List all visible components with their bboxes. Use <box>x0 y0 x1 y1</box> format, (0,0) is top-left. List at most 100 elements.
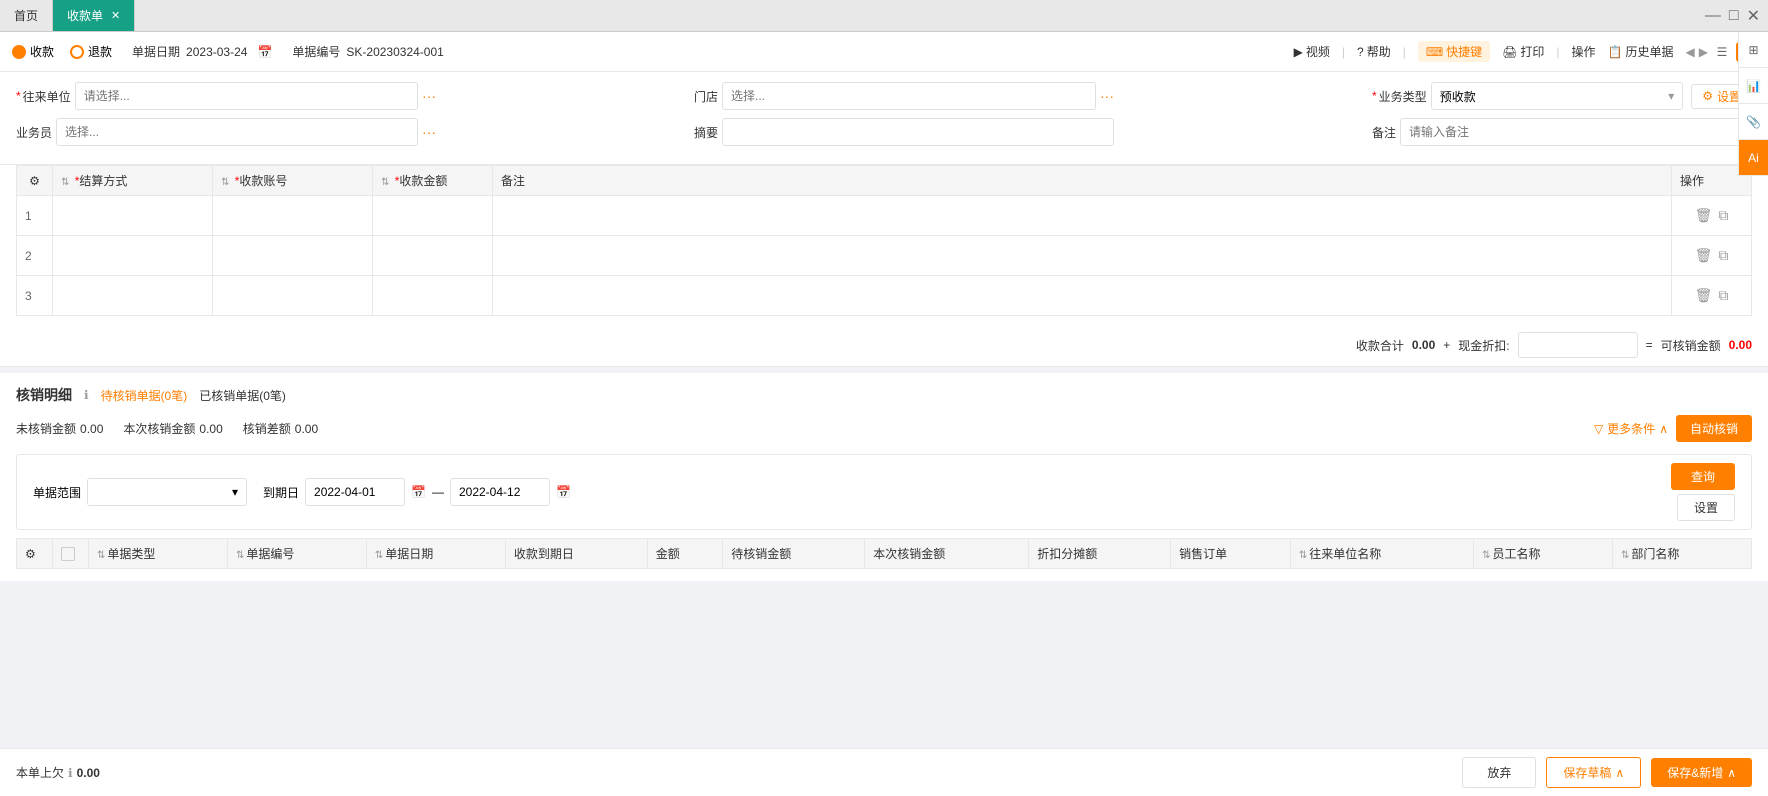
date-value: 2023-03-24 <box>186 45 247 59</box>
discount-input[interactable] <box>1518 332 1638 358</box>
cell-remark-2[interactable] <box>493 236 1672 276</box>
tab-home-label: 首页 <box>14 7 38 24</box>
lt-col-checkbox[interactable] <box>53 539 89 569</box>
cell-amount-1[interactable] <box>373 196 493 236</box>
salesperson-input[interactable] <box>56 118 418 146</box>
tab-home[interactable]: 首页 <box>0 0 53 31</box>
operation-button[interactable]: 操作 <box>1572 43 1596 60</box>
shortcut-label: 快捷键 <box>1446 43 1482 60</box>
query-button[interactable]: 查询 <box>1671 463 1735 490</box>
cell-settlement-3[interactable] <box>53 276 213 316</box>
range-select[interactable]: ▾ <box>87 478 247 506</box>
lt-col-number: ⇅单据编号 <box>227 539 366 569</box>
date-calendar-icon[interactable]: 📅 <box>257 45 272 59</box>
cell-settlement-2[interactable] <box>53 236 213 276</box>
select-all-checkbox[interactable] <box>61 547 75 561</box>
cell-account-3[interactable] <box>213 276 373 316</box>
diff-label: 核销差额 <box>243 420 291 437</box>
minimize-button[interactable]: — <box>1705 7 1721 25</box>
lt-sort-2: ⇅ <box>236 550 244 561</box>
remark-input[interactable] <box>1400 118 1752 146</box>
shortcut-button[interactable]: ⌨ 快捷键 <box>1418 41 1490 62</box>
account-required-star: * <box>235 174 240 188</box>
right-panel-screenshot-icon[interactable]: Ai <box>1739 140 1768 176</box>
salesperson-more-btn[interactable]: ··· <box>422 124 436 140</box>
lt-col-settings[interactable]: ⚙ <box>17 539 53 569</box>
list-view-icon[interactable]: ☰ <box>1712 42 1732 62</box>
business-type-select[interactable]: 预收款 ▾ <box>1431 82 1684 110</box>
counterparty-input[interactable] <box>75 82 418 110</box>
bottom-actions: 放弃 保存草稿 ∧ 保存&新增 ∧ <box>1462 757 1752 788</box>
right-panel-chart-icon[interactable]: 📊 <box>1739 68 1768 104</box>
next-icon[interactable]: ▶ <box>1699 45 1708 59</box>
bottom-label: 本单上欠 <box>16 764 64 781</box>
video-button[interactable]: ▶ 视频 <box>1294 43 1330 60</box>
toolbar-right: ▶ 视频 | ? 帮助 | ⌨ 快捷键 🖨 打印 | 操作 📋 历史单据 ◀ ▶… <box>1294 41 1756 62</box>
col-settlement-header: ⇅ *结算方式 <box>53 166 213 196</box>
sep2: | <box>1403 45 1406 59</box>
cell-settlement-1[interactable] <box>53 196 213 236</box>
right-panel-attachment-icon[interactable]: 📎 <box>1739 104 1768 140</box>
date-cal-icon-end[interactable]: 📅 <box>556 485 571 499</box>
due-start-input[interactable] <box>305 478 405 506</box>
cell-account-2[interactable] <box>213 236 373 276</box>
cell-amount-2[interactable] <box>373 236 493 276</box>
tab-receipt[interactable]: 收款单 ✕ <box>53 0 135 31</box>
summary-equals: = <box>1646 338 1653 352</box>
history-button[interactable]: 📋 历史单据 <box>1608 43 1674 60</box>
save-new-button[interactable]: 保存&新增 ∧ <box>1651 758 1752 787</box>
copy-icon-1[interactable]: ⧉ <box>1718 207 1728 224</box>
cell-account-1[interactable] <box>213 196 373 236</box>
tab-receipt-close[interactable]: ✕ <box>111 9 120 22</box>
lt-sort-6: ⇅ <box>1621 550 1629 561</box>
store-input[interactable] <box>722 82 1096 110</box>
print-button[interactable]: 🖨 打印 <box>1502 43 1544 60</box>
delete-icon-3[interactable]: 🗑 <box>1695 287 1713 304</box>
filter-right: ▽ 更多条件 ∧ 自动核销 <box>1594 415 1752 442</box>
store-more-btn[interactable]: ··· <box>1100 88 1114 104</box>
top-toolbar: 收款 退款 单据日期 2023-03-24 📅 单据编号 SK-20230324… <box>0 32 1768 72</box>
receipt-radio[interactable]: 收款 <box>12 43 54 60</box>
summary-input[interactable] <box>722 118 1114 146</box>
date-label: 单据日期 <box>132 43 180 60</box>
bottom-value: 0.00 <box>77 766 100 780</box>
auto-writeoff-button[interactable]: 自动核销 <box>1676 415 1752 442</box>
tab-bar: 首页 收款单 ✕ — □ ✕ <box>0 0 1768 32</box>
save-draft-button[interactable]: 保存草稿 ∧ <box>1546 757 1641 788</box>
maximize-button[interactable]: □ <box>1729 7 1739 25</box>
help-button[interactable]: ? 帮助 <box>1357 43 1391 60</box>
copy-icon-2[interactable]: ⧉ <box>1718 247 1728 264</box>
help-icon: ? <box>1357 45 1364 59</box>
abandon-button[interactable]: 放弃 <box>1462 757 1536 788</box>
pending-tab-link[interactable]: 待核销单据(0笔) <box>101 387 188 404</box>
operation-label: 操作 <box>1572 43 1596 60</box>
right-panel-table-icon[interactable]: ⊞ <box>1739 32 1768 68</box>
close-button[interactable]: ✕ <box>1747 6 1760 26</box>
writeoff-title: 核销明细 <box>16 385 72 405</box>
refund-radio[interactable]: 退款 <box>70 43 112 60</box>
col-amount-header: ⇅ *收款金额 <box>373 166 493 196</box>
counterparty-label: 往来单位 <box>23 88 71 105</box>
more-conditions-btn[interactable]: ▽ 更多条件 ∧ <box>1594 420 1668 437</box>
cell-remark-1[interactable] <box>493 196 1672 236</box>
counterparty-required-star: * <box>16 89 21 103</box>
due-end-input[interactable] <box>450 478 550 506</box>
cell-remark-3[interactable] <box>493 276 1672 316</box>
prev-icon[interactable]: ◀ <box>1686 45 1695 59</box>
receipt-refund-radio: 收款 退款 <box>12 43 112 60</box>
col-settings-header[interactable]: ⚙ <box>17 166 53 196</box>
shortcut-icon: ⌨ <box>1426 45 1443 59</box>
history-icon: 📋 <box>1608 45 1623 59</box>
form-section: * 往来单位 ··· 门店 ··· * 业务类型 预收款 ▾ ⚙ 设置 <box>0 72 1768 165</box>
date-cal-icon-start[interactable]: 📅 <box>411 485 426 499</box>
delete-icon-1[interactable]: 🗑 <box>1695 207 1713 224</box>
cell-amount-3[interactable] <box>373 276 493 316</box>
counterparty-more-btn[interactable]: ··· <box>422 88 436 104</box>
delete-icon-2[interactable]: 🗑 <box>1695 247 1713 264</box>
writeoff-info-icon[interactable]: ℹ <box>84 388 89 402</box>
filter-settings-button[interactable]: 设置 <box>1677 494 1735 521</box>
summary-value3: 0.00 <box>1729 338 1752 352</box>
copy-icon-3[interactable]: ⧉ <box>1718 287 1728 304</box>
done-tab-link[interactable]: 已核销单据(0笔) <box>199 387 286 404</box>
sort-icon-2: ⇅ <box>221 177 229 188</box>
